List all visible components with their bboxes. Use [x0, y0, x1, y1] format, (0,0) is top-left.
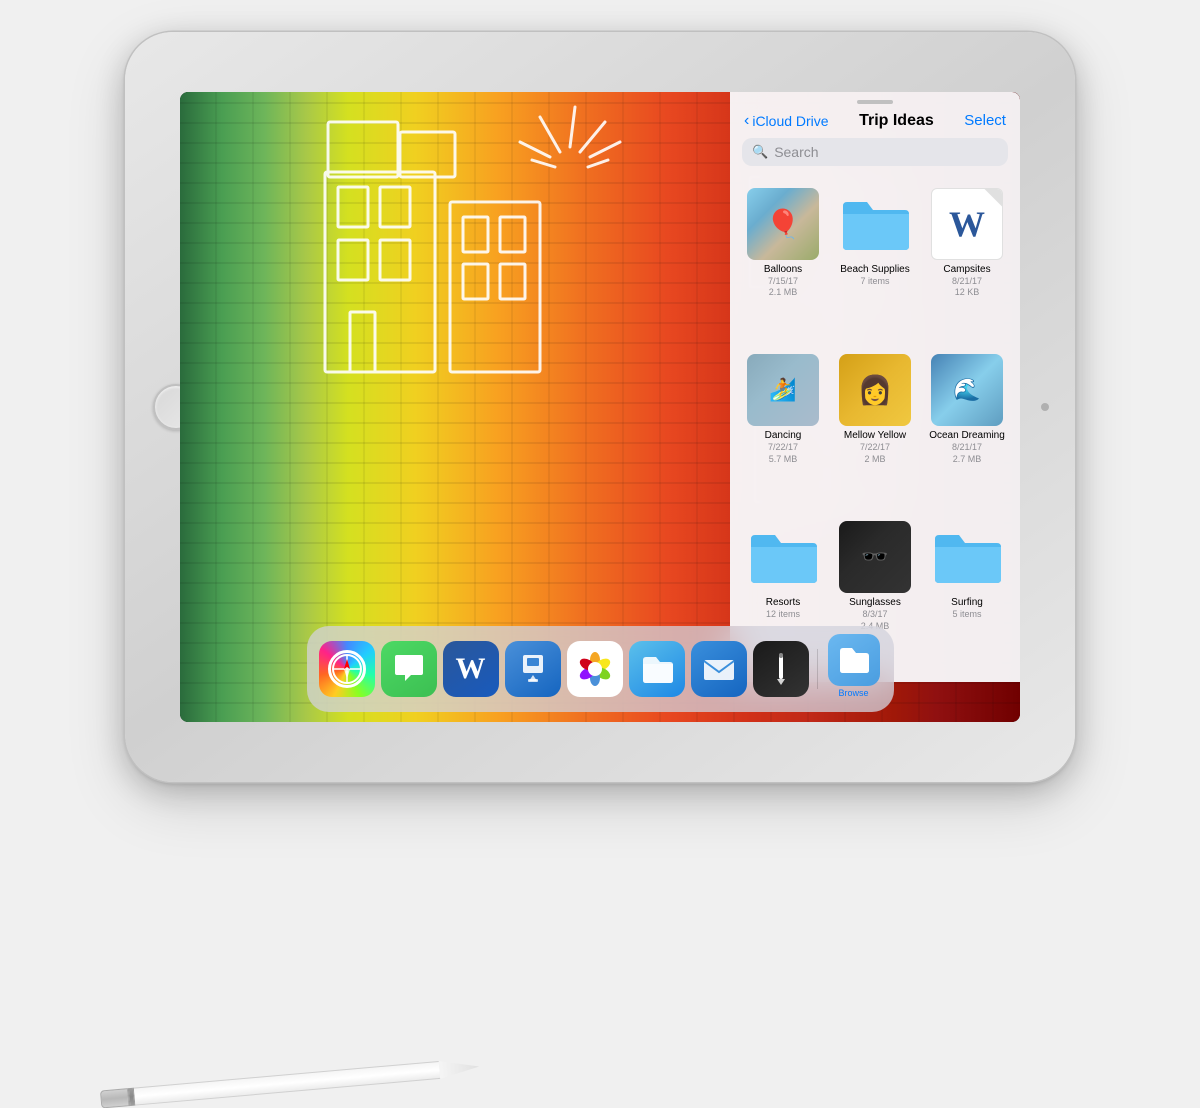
browse-folder-icon	[836, 642, 872, 678]
file-item-beach-supplies[interactable]: Beach Supplies 7 items	[830, 180, 920, 345]
file-thumb-sunglasses	[839, 521, 911, 593]
file-name-dancing: Dancing	[765, 430, 802, 442]
file-meta-mellow: 7/22/17 2 MB	[860, 442, 890, 465]
dock-app-safari[interactable]	[319, 641, 375, 697]
dock-app-word[interactable]: W	[443, 641, 499, 697]
file-meta-dancing: 7/22/17 5.7 MB	[768, 442, 798, 465]
search-icon: 🔍	[752, 144, 768, 160]
pencil-tip	[439, 1057, 480, 1078]
dock-area: W	[180, 626, 1020, 712]
keynote-icon	[515, 651, 551, 687]
files-icon	[638, 650, 676, 688]
file-name-surfing: Surfing	[951, 597, 983, 609]
dock-app-browse[interactable]: Browse	[826, 634, 882, 704]
back-label: iCloud Drive	[752, 113, 828, 129]
file-item-ocean[interactable]: Ocean Dreaming 8/21/17 2.7 MB	[922, 346, 1012, 511]
mail-icon	[701, 651, 737, 687]
browse-label: Browse	[838, 688, 868, 698]
panel-title: Trip Ideas	[859, 112, 934, 130]
file-name-resorts: Resorts	[766, 597, 800, 609]
file-name-campsites: Campsites	[943, 264, 990, 276]
file-name-ocean: Ocean Dreaming	[929, 430, 1005, 442]
file-name-beach: Beach Supplies	[840, 264, 910, 276]
browse-icon	[828, 634, 880, 686]
ipad-screen: ‹ iCloud Drive Trip Ideas Select 🔍 Searc…	[180, 92, 1020, 722]
dock-separator	[817, 649, 818, 689]
file-name-balloons: Balloons	[764, 264, 802, 276]
dock: W	[307, 626, 894, 712]
side-sensor	[1041, 403, 1049, 411]
dock-app-keynote[interactable]	[505, 641, 561, 697]
file-item-campsites[interactable]: W Campsites 8/21/17 12 KB	[922, 180, 1012, 345]
file-item-balloons[interactable]: Balloons 7/15/17 2.1 MB	[738, 180, 828, 345]
dock-app-mail[interactable]	[691, 641, 747, 697]
pencil-cap	[100, 1088, 129, 1108]
pencil-app-icon	[764, 652, 798, 686]
file-meta-balloons: 7/15/17 2.1 MB	[768, 276, 798, 299]
file-thumb-campsites: W	[931, 188, 1003, 260]
select-button[interactable]: Select	[964, 112, 1006, 129]
word-icon: W	[456, 652, 486, 686]
file-thumb-surfing	[931, 521, 1003, 593]
search-placeholder: Search	[774, 144, 818, 160]
apple-pencil	[100, 1057, 480, 1108]
panel-header: ‹ iCloud Drive Trip Ideas Select	[730, 108, 1020, 138]
file-meta-surfing: 5 items	[952, 609, 981, 621]
file-thumb-ocean	[931, 354, 1003, 426]
dock-app-pencil-app[interactable]	[753, 641, 809, 697]
files-grid: Balloons 7/15/17 2.1 MB	[730, 176, 1020, 682]
folder-icon-resorts	[747, 529, 819, 585]
file-thumb-balloons	[747, 188, 819, 260]
file-meta-beach: 7 items	[860, 276, 889, 288]
folder-icon-beach	[839, 196, 911, 252]
file-thumb-beach-supplies	[839, 188, 911, 260]
files-panel: ‹ iCloud Drive Trip Ideas Select 🔍 Searc…	[730, 92, 1020, 682]
word-w-icon: W	[949, 203, 985, 245]
ipad-device: ‹ iCloud Drive Trip Ideas Select 🔍 Searc…	[125, 32, 1075, 782]
search-bar[interactable]: 🔍 Search	[742, 138, 1008, 166]
messages-icon	[391, 651, 427, 687]
file-thumb-mellow	[839, 354, 911, 426]
file-meta-resorts: 12 items	[766, 609, 800, 621]
safari-icon	[329, 651, 365, 687]
file-meta-ocean: 8/21/17 2.7 MB	[952, 442, 982, 465]
scene: ‹ iCloud Drive Trip Ideas Select 🔍 Searc…	[50, 32, 1150, 992]
back-button[interactable]: ‹ iCloud Drive	[744, 112, 829, 130]
dock-app-messages[interactable]	[381, 641, 437, 697]
file-item-dancing[interactable]: Dancing 7/22/17 5.7 MB	[738, 346, 828, 511]
dock-app-files[interactable]	[629, 641, 685, 697]
file-name-mellow: Mellow Yellow	[844, 430, 906, 442]
file-thumb-resorts	[747, 521, 819, 593]
panel-handle	[857, 100, 893, 104]
file-meta-campsites: 8/21/17 12 KB	[952, 276, 982, 299]
pencil-body-container	[100, 1057, 480, 1108]
folder-icon-surfing	[931, 529, 1003, 585]
dock-app-photos[interactable]	[567, 641, 623, 697]
back-chevron-icon: ‹	[744, 112, 749, 130]
file-name-sunglasses: Sunglasses	[849, 597, 901, 609]
photos-icon	[575, 649, 615, 689]
pencil-main-body	[134, 1060, 440, 1105]
file-item-mellow[interactable]: Mellow Yellow 7/22/17 2 MB	[830, 346, 920, 511]
file-thumb-dancing	[747, 354, 819, 426]
doc-corner	[984, 189, 1002, 207]
